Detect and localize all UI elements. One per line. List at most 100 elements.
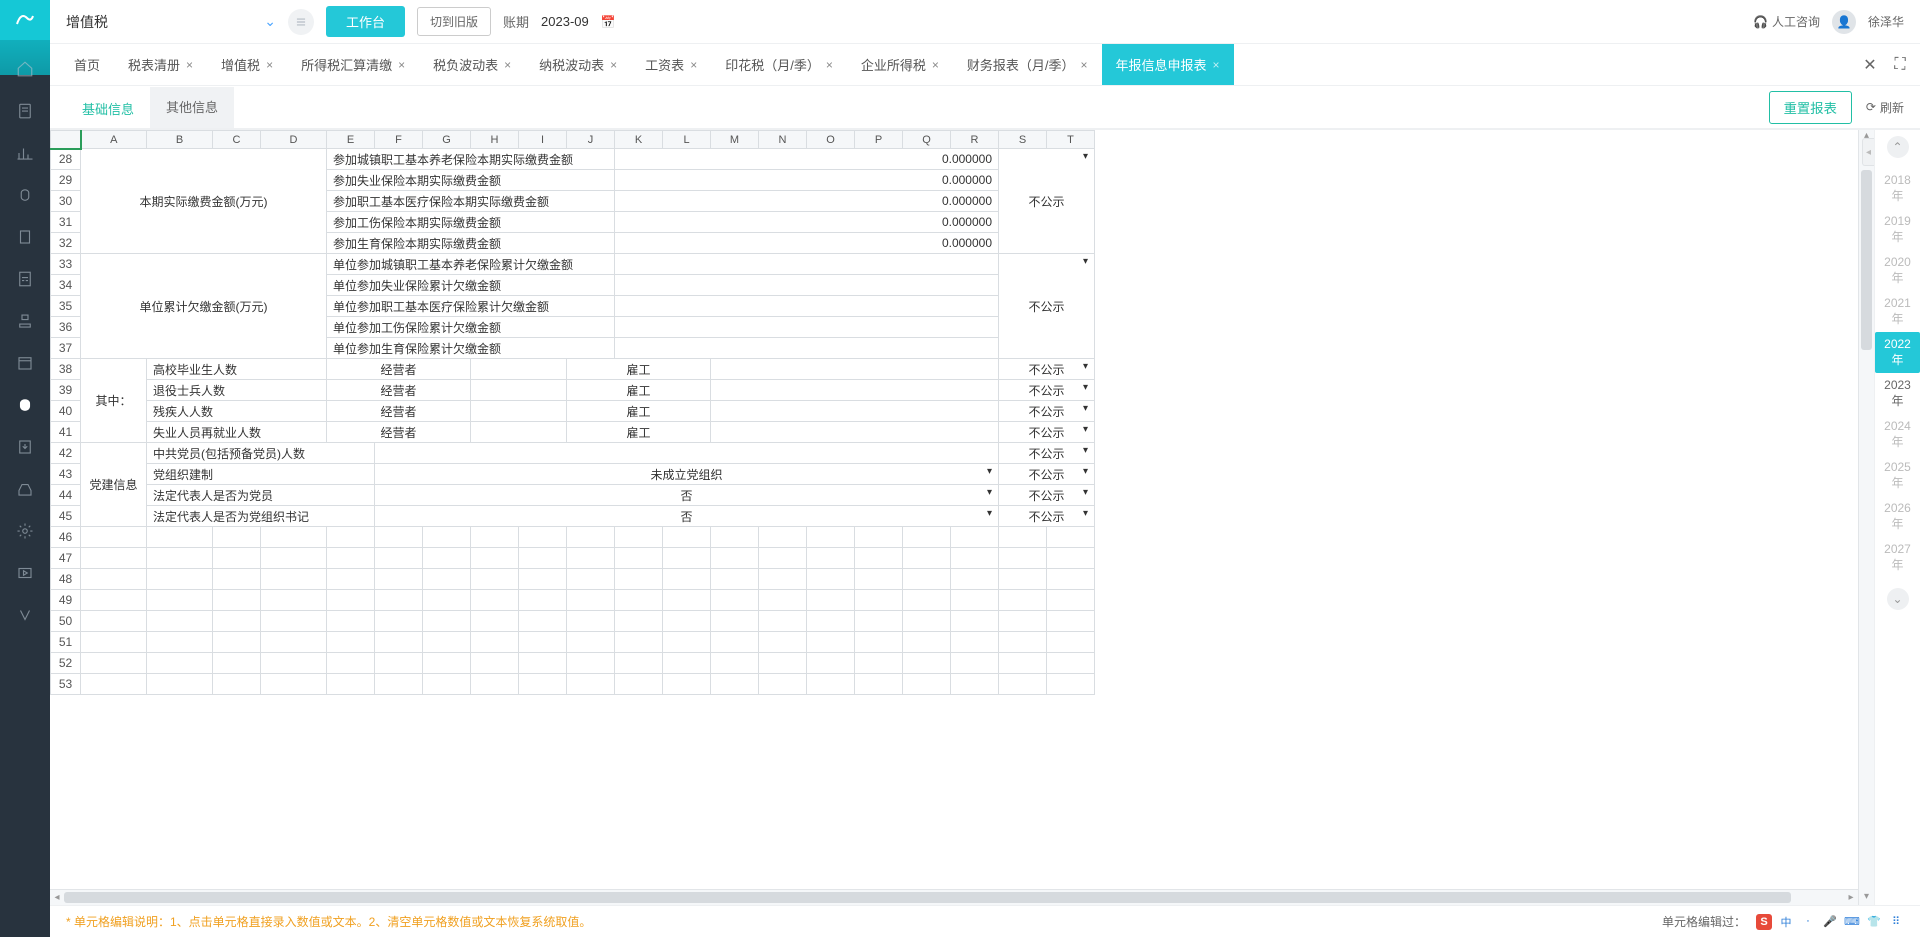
cell[interactable]: [213, 611, 261, 632]
cell[interactable]: [147, 611, 213, 632]
cell[interactable]: [903, 611, 951, 632]
cell[interactable]: [711, 611, 759, 632]
col-header-M[interactable]: M: [711, 131, 759, 149]
tab-close-icon[interactable]: ×: [1081, 58, 1088, 72]
cell[interactable]: [423, 653, 471, 674]
cell[interactable]: [519, 674, 567, 695]
cell[interactable]: [663, 548, 711, 569]
cell[interactable]: [855, 548, 903, 569]
tab-0[interactable]: 首页: [60, 44, 114, 85]
cell[interactable]: [375, 674, 423, 695]
cell[interactable]: [471, 674, 519, 695]
cell[interactable]: [807, 611, 855, 632]
col-header-L[interactable]: L: [663, 131, 711, 149]
cell[interactable]: [855, 590, 903, 611]
cell[interactable]: [807, 569, 855, 590]
cell[interactable]: [855, 611, 903, 632]
nav-calc-icon[interactable]: [14, 268, 36, 290]
col-header-A[interactable]: A: [81, 131, 147, 149]
cell[interactable]: [375, 611, 423, 632]
year-item-2022年[interactable]: 2022年: [1875, 332, 1920, 373]
cell[interactable]: 经营者: [327, 380, 471, 401]
nav-export-icon[interactable]: [14, 436, 36, 458]
tab-1[interactable]: 税表清册×: [114, 44, 207, 85]
ime-punct-icon[interactable]: ⸱: [1800, 914, 1816, 930]
cell[interactable]: [759, 527, 807, 548]
cell[interactable]: 失业人员再就业人数: [147, 422, 327, 443]
cell[interactable]: [567, 548, 615, 569]
year-item-2020年[interactable]: 2020年: [1875, 250, 1920, 291]
col-header-I[interactable]: I: [519, 131, 567, 149]
row-header-49[interactable]: 49: [51, 590, 81, 611]
cell[interactable]: 不公示: [999, 359, 1095, 380]
col-header-N[interactable]: N: [759, 131, 807, 149]
cell[interactable]: [147, 569, 213, 590]
col-header-D[interactable]: D: [261, 131, 327, 149]
cell[interactable]: [615, 569, 663, 590]
cell[interactable]: [711, 422, 999, 443]
row-header-51[interactable]: 51: [51, 632, 81, 653]
tab-8[interactable]: 企业所得税×: [847, 44, 953, 85]
cell[interactable]: [663, 632, 711, 653]
cell[interactable]: [663, 590, 711, 611]
cell[interactable]: [1047, 569, 1095, 590]
row-header-36[interactable]: 36: [51, 317, 81, 338]
ime-mic-icon[interactable]: 🎤: [1822, 914, 1838, 930]
cell[interactable]: [519, 611, 567, 632]
cell[interactable]: [759, 653, 807, 674]
refresh-link[interactable]: ⟳ 刷新: [1866, 99, 1904, 116]
cell[interactable]: [81, 548, 147, 569]
cell[interactable]: 单位参加失业保险累计欠缴金额: [327, 275, 615, 296]
expand-tabs-icon[interactable]: ⛶: [1886, 51, 1914, 79]
cell[interactable]: 不公示: [999, 443, 1095, 464]
row-header-46[interactable]: 46: [51, 527, 81, 548]
col-header-R[interactable]: R: [951, 131, 999, 149]
tab-5[interactable]: 纳税波动表×: [525, 44, 631, 85]
row-header-38[interactable]: 38: [51, 359, 81, 380]
cell[interactable]: [519, 632, 567, 653]
cell[interactable]: [663, 527, 711, 548]
scroll-down-arrow[interactable]: ▾: [1859, 891, 1874, 905]
cell[interactable]: [663, 653, 711, 674]
tab-close-icon[interactable]: ×: [690, 58, 697, 72]
cell[interactable]: 未成立党组织: [375, 464, 999, 485]
tab-6[interactable]: 工资表×: [631, 44, 711, 85]
cell[interactable]: [855, 653, 903, 674]
cell[interactable]: [807, 590, 855, 611]
cell[interactable]: [999, 569, 1047, 590]
cell[interactable]: 参加城镇职工基本养老保险本期实际缴费金额: [327, 149, 615, 170]
cell[interactable]: [375, 443, 999, 464]
nav-video-icon[interactable]: [14, 562, 36, 584]
cell[interactable]: [423, 548, 471, 569]
cell[interactable]: [423, 590, 471, 611]
cell[interactable]: [567, 674, 615, 695]
cell[interactable]: [615, 590, 663, 611]
cell[interactable]: [999, 548, 1047, 569]
cell[interactable]: [663, 569, 711, 590]
col-header-J[interactable]: J: [567, 131, 615, 149]
row-header-53[interactable]: 53: [51, 674, 81, 695]
scroll-right-arrow[interactable]: ▸: [1844, 892, 1858, 903]
col-header-T[interactable]: T: [1047, 131, 1095, 149]
cell[interactable]: [471, 380, 567, 401]
cell[interactable]: 参加工伤保险本期实际缴费金额: [327, 212, 615, 233]
cell[interactable]: [423, 611, 471, 632]
app-logo[interactable]: [0, 0, 50, 40]
cell[interactable]: [711, 632, 759, 653]
cell[interactable]: [327, 569, 375, 590]
cell[interactable]: [807, 674, 855, 695]
col-header-G[interactable]: G: [423, 131, 471, 149]
cell[interactable]: [471, 632, 519, 653]
cell[interactable]: [615, 296, 999, 317]
cell[interactable]: [663, 611, 711, 632]
cell[interactable]: [81, 590, 147, 611]
row-header-44[interactable]: 44: [51, 485, 81, 506]
cell[interactable]: [327, 548, 375, 569]
company-selector[interactable]: 增值税 ⌄: [66, 12, 276, 32]
cell[interactable]: [903, 653, 951, 674]
rail-collapse-handle[interactable]: ◂: [1862, 138, 1874, 166]
cell[interactable]: [423, 569, 471, 590]
cell[interactable]: [711, 569, 759, 590]
cell[interactable]: [711, 527, 759, 548]
list-toggle-icon[interactable]: [288, 9, 314, 35]
